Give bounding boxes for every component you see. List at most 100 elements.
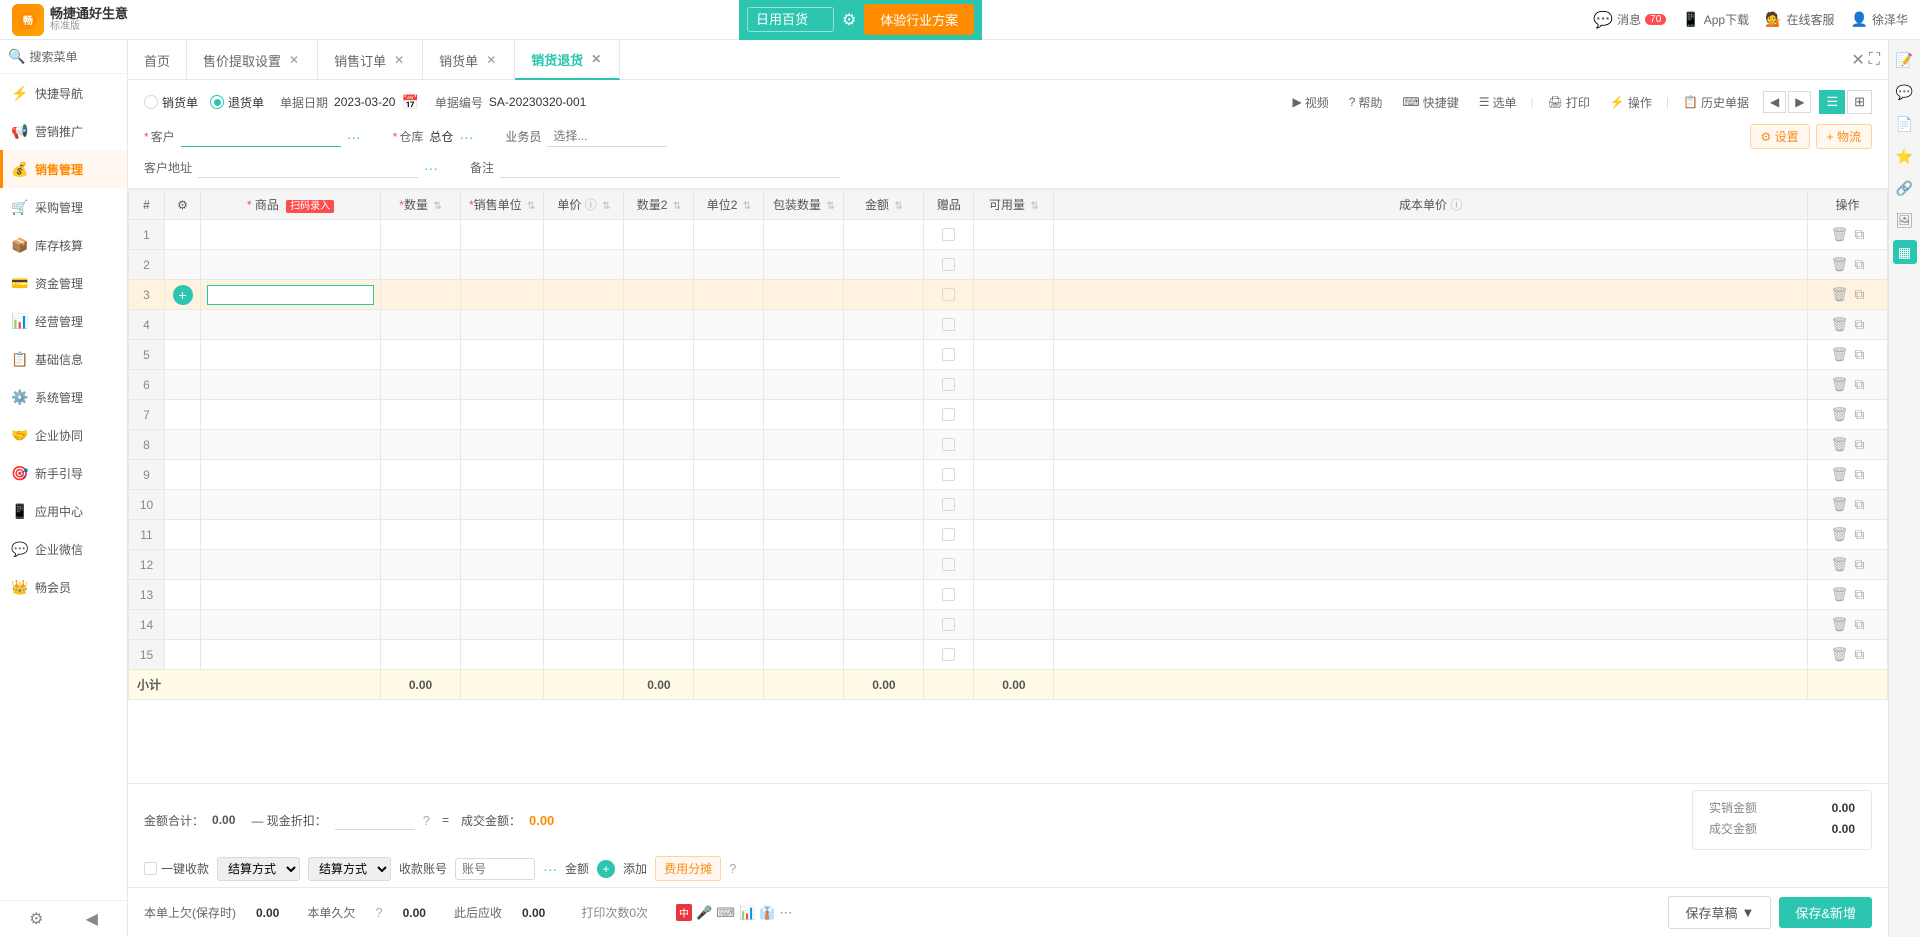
gift-checkbox-8[interactable] [942,438,955,451]
qty-cell-2[interactable] [381,250,461,280]
delete-row-14[interactable]: 🗑 [1831,616,1849,633]
add-logistics-btn[interactable]: + 物流 [1816,124,1872,149]
available-cell-13[interactable] [974,580,1054,610]
unit2-cell-5[interactable] [694,340,764,370]
goods-cell-13[interactable] [201,580,381,610]
goods-cell-6[interactable] [201,370,381,400]
qty-cell-1[interactable] [381,220,461,250]
price-cell-7[interactable] [544,400,624,430]
gift-cell-1[interactable] [924,220,974,250]
price-cell-10[interactable] [544,490,624,520]
help-icon[interactable]: ? [423,813,430,828]
video-btn[interactable]: ▶ 视频 [1286,91,1334,114]
history-btn[interactable]: 📋 历史单据 [1677,91,1755,114]
qty2-cell-6[interactable] [624,370,694,400]
tab-sale-delivery[interactable]: 销货单✕ [423,40,515,80]
cost-price-cell-2[interactable] [1054,250,1808,280]
row-settings-9[interactable] [165,460,201,490]
copy-row-5[interactable]: ⧉ [1854,346,1864,363]
pack-qty-cell-12[interactable] [764,550,844,580]
cost-price-info-icon[interactable]: ⓘ [1450,198,1462,212]
unit2-cell-15[interactable] [694,640,764,670]
qty-cell-7[interactable] [381,400,461,430]
unit2-cell-10[interactable] [694,490,764,520]
copy-row-8[interactable]: ⧉ [1854,436,1864,453]
sidebar-item-enterprise[interactable]: 🤝企业协同 [0,416,127,454]
sidebar-collapse-icon[interactable]: ◀ [86,909,98,929]
table-view-btn[interactable]: ☰ [1819,90,1845,114]
remark-input[interactable] [500,157,840,178]
gift-checkbox-14[interactable] [942,618,955,631]
calendar-icon[interactable]: 📅 [401,94,418,111]
goods-cell-14[interactable] [201,610,381,640]
gift-cell-13[interactable] [924,580,974,610]
copy-row-4[interactable]: ⧉ [1854,316,1864,333]
help-btn[interactable]: ? 帮助 [1343,91,1389,114]
gift-cell-4[interactable] [924,310,974,340]
delete-row-3[interactable]: 🗑 [1831,286,1849,303]
goods-cell-10[interactable] [201,490,381,520]
price-cell-3[interactable] [544,280,624,310]
right-panel-star-icon[interactable]: ⭐ [1893,144,1917,168]
gift-checkbox-2[interactable] [942,258,955,271]
goods-cell-4[interactable] [201,310,381,340]
pack-qty-sort-icon[interactable]: ⇅ [826,201,834,212]
close-tab-btn[interactable]: ✕ [1851,50,1864,70]
unit-cell-2[interactable] [461,250,544,280]
help-icon2[interactable]: ? [375,905,382,920]
unit2-cell-7[interactable] [694,400,764,430]
goods-cell-8[interactable] [201,430,381,460]
goods-cell-15[interactable] [201,640,381,670]
unit2-cell-9[interactable] [694,460,764,490]
available-cell-12[interactable] [974,550,1054,580]
pack-qty-cell-2[interactable] [764,250,844,280]
qty-cell-12[interactable] [381,550,461,580]
gift-cell-8[interactable] [924,430,974,460]
delete-row-11[interactable]: 🗑 [1831,526,1849,543]
available-cell-9[interactable] [974,460,1054,490]
gift-checkbox-9[interactable] [942,468,955,481]
row-settings-8[interactable] [165,430,201,460]
qty2-cell-7[interactable] [624,400,694,430]
available-cell-7[interactable] [974,400,1054,430]
maximize-btn[interactable]: ⛶ [1869,51,1880,69]
unit-cell-11[interactable] [461,520,544,550]
amount-cell-7[interactable] [844,400,924,430]
goods-cell-3[interactable] [201,280,381,310]
pack-qty-cell-9[interactable] [764,460,844,490]
gift-cell-7[interactable] [924,400,974,430]
copy-row-3[interactable]: ⧉ [1854,286,1864,303]
row-settings-15[interactable] [165,640,201,670]
keyboard-icon2[interactable]: ⌨ [716,905,735,921]
cost-price-cell-5[interactable] [1054,340,1808,370]
tab-sale-price[interactable]: 售价提取设置✕ [187,40,318,80]
column-settings-icon[interactable]: ⚙ [177,198,188,212]
save-draft-btn[interactable]: 保存草稿 ▼ [1668,896,1771,929]
gift-cell-3[interactable] [924,280,974,310]
price-cell-8[interactable] [544,430,624,460]
cost-price-cell-12[interactable] [1054,550,1808,580]
sidebar-item-inventory[interactable]: 📦库存核算 [0,226,127,264]
unit2-cell-12[interactable] [694,550,764,580]
gift-checkbox-6[interactable] [942,378,955,391]
delete-row-8[interactable]: 🗑 [1831,436,1849,453]
unit-cell-5[interactable] [461,340,544,370]
discount-input[interactable] [335,811,415,830]
delete-row-13[interactable]: 🗑 [1831,586,1849,603]
available-cell-10[interactable] [974,490,1054,520]
goods-cell-1[interactable] [201,220,381,250]
unit2-cell-6[interactable] [694,370,764,400]
delete-row-5[interactable]: 🗑 [1831,346,1849,363]
amount-sort-icon[interactable]: ⇅ [894,201,902,212]
unit2-cell-8[interactable] [694,430,764,460]
sidebar-item-guide[interactable]: 🎯新手引导 [0,454,127,492]
pack-qty-cell-4[interactable] [764,310,844,340]
gift-checkbox-13[interactable] [942,588,955,601]
right-panel-file-icon[interactable]: 📄 [1893,112,1917,136]
sidebar-item-member[interactable]: 👑畅会员 [0,568,127,606]
warehouse-select-btn[interactable]: ··· [459,129,473,145]
goods-cell-12[interactable] [201,550,381,580]
right-panel-notes-icon[interactable]: 📝 [1893,48,1917,72]
sidebar-item-marketing[interactable]: 📢营销推广 [0,112,127,150]
price-cell-2[interactable] [544,250,624,280]
